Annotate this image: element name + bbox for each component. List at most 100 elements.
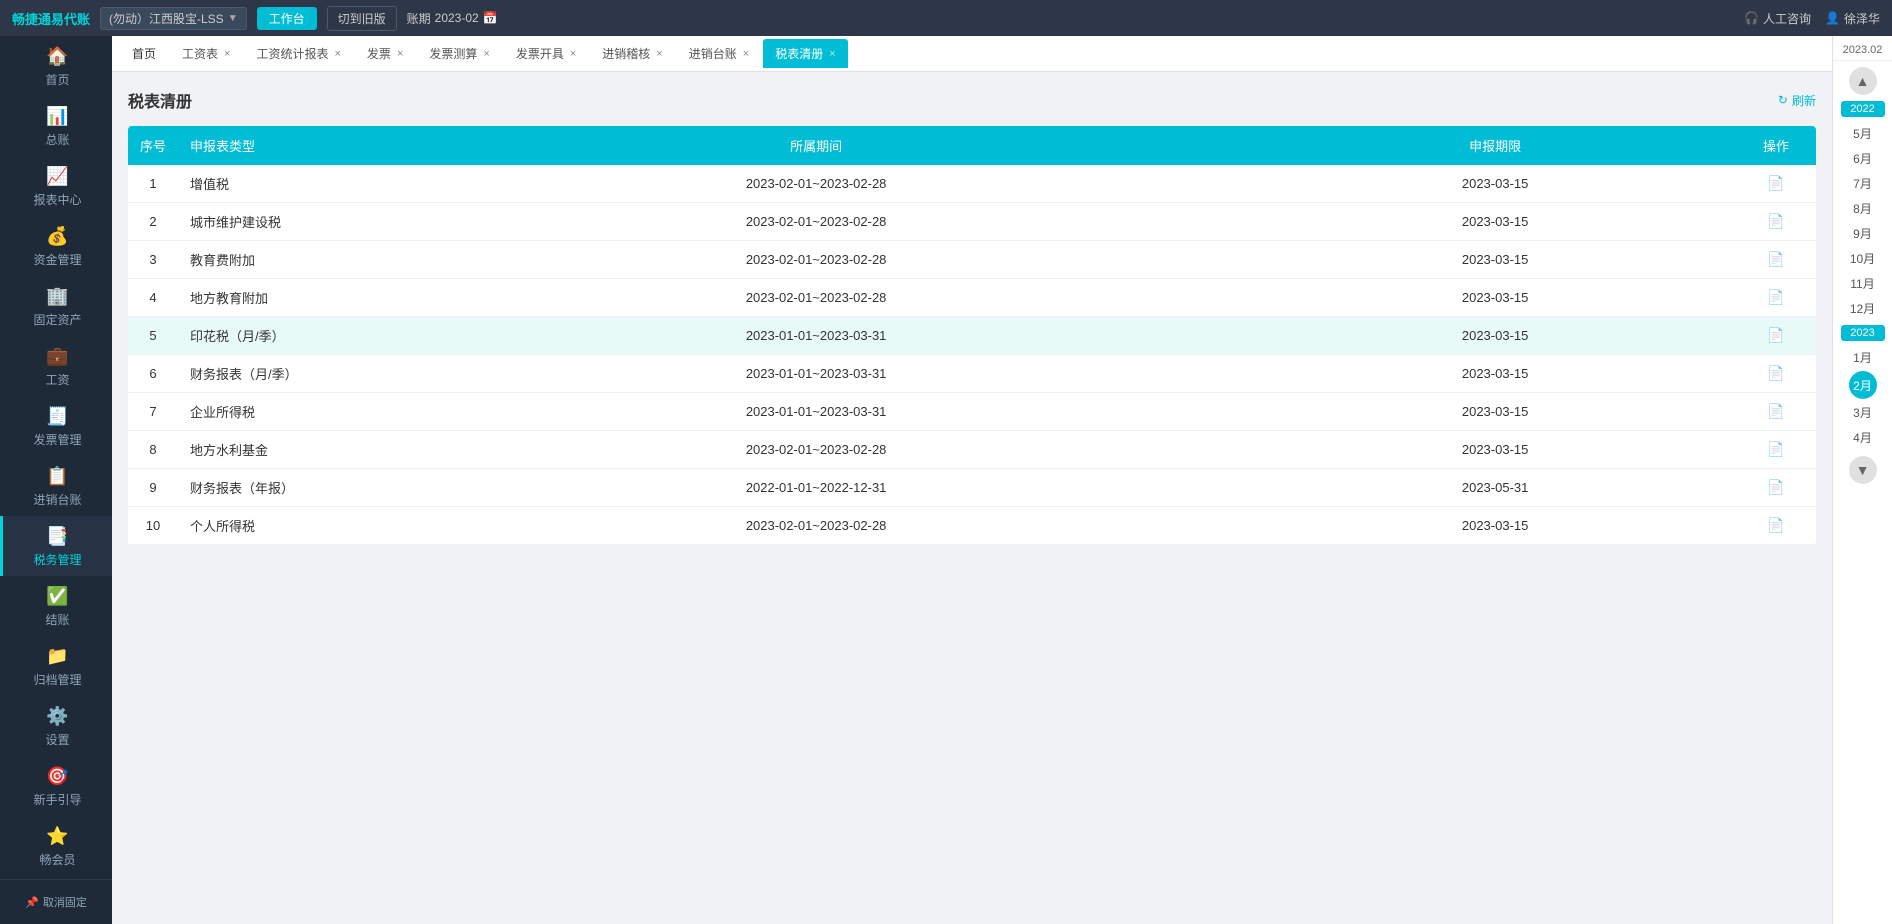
user-service[interactable]: 🎧 人工咨询: [1744, 10, 1811, 27]
col-action: 操作: [1736, 126, 1816, 165]
tab-close-payroll-stats[interactable]: ×: [334, 48, 340, 60]
action-icon-5[interactable]: 📄: [1767, 365, 1784, 381]
sidebar-item-closing[interactable]: ✅结账: [0, 576, 112, 636]
month-2022-11月[interactable]: 11月: [1841, 271, 1885, 296]
sidebar-label-invoices: 发票管理: [33, 431, 81, 448]
action-icon-3[interactable]: 📄: [1767, 289, 1784, 305]
cell-action-2[interactable]: 📄: [1736, 241, 1816, 279]
month-2022-5月[interactable]: 5月: [1841, 121, 1885, 146]
cell-action-0[interactable]: 📄: [1736, 165, 1816, 203]
company-selector[interactable]: (勿动）江西股宝-LSS ▼: [100, 7, 247, 30]
action-icon-8[interactable]: 📄: [1767, 479, 1784, 495]
sidebar-item-assets[interactable]: 🏢固定资产: [0, 276, 112, 336]
action-icon-6[interactable]: 📄: [1767, 403, 1784, 419]
sidebar-item-archive[interactable]: 📁归档管理: [0, 636, 112, 696]
sidebar-label-archive: 归档管理: [33, 671, 81, 688]
sidebar-item-purchase[interactable]: 📋进销台账: [0, 456, 112, 516]
month-2023-4月[interactable]: 4月: [1841, 425, 1885, 450]
cell-action-1[interactable]: 📄: [1736, 203, 1816, 241]
sidebar-item-ledger[interactable]: 📊总账: [0, 96, 112, 156]
year-label-2022[interactable]: 2022: [1841, 101, 1885, 117]
tab-bar: 首页工资表×工资统计报表×发票×发票测算×发票开具×进销稽核×进销台账×税表清册…: [112, 36, 1832, 72]
sidebar-item-member[interactable]: ⭐畅会员: [0, 816, 112, 876]
refresh-button[interactable]: ↻ 刷新: [1778, 92, 1816, 109]
tab-invoice-check[interactable]: 发票测算×: [417, 39, 501, 68]
sidebar-label-tax: 税务管理: [33, 551, 81, 568]
action-icon-7[interactable]: 📄: [1767, 441, 1784, 457]
switch-old-button[interactable]: 切到旧版: [327, 6, 397, 31]
tab-home[interactable]: 首页: [120, 39, 168, 68]
month-2023-1月[interactable]: 1月: [1841, 345, 1885, 370]
workbench-button[interactable]: 工作台: [257, 7, 317, 30]
action-icon-1[interactable]: 📄: [1767, 213, 1784, 229]
page-content: 税表清册 ↻ 刷新 序号 申报表类型 所属期间 申报期限 操作: [112, 72, 1832, 924]
month-2022-10月[interactable]: 10月: [1841, 246, 1885, 271]
user-profile[interactable]: 👤 徐泽华: [1825, 10, 1880, 27]
headset-icon: 🎧: [1744, 11, 1759, 25]
cell-deadline-4: 2023-03-15: [1254, 317, 1736, 355]
month-2022-8月[interactable]: 8月: [1841, 196, 1885, 221]
action-icon-4[interactable]: 📄: [1767, 327, 1784, 343]
period-value: 2023-02: [435, 11, 479, 25]
cell-action-5[interactable]: 📄: [1736, 355, 1816, 393]
sidebar-label-purchase: 进销台账: [33, 491, 81, 508]
sidebar-item-invoices[interactable]: 🧾发票管理: [0, 396, 112, 456]
unpin-button[interactable]: 📌 取消固定: [0, 888, 112, 916]
sidebar-item-settings[interactable]: ⚙️设置: [0, 696, 112, 756]
action-icon-0[interactable]: 📄: [1767, 175, 1784, 191]
scroll-up-button[interactable]: ▲: [1849, 67, 1877, 95]
month-2022-7月[interactable]: 7月: [1841, 171, 1885, 196]
calendar-icon[interactable]: 📅: [483, 11, 498, 25]
month-2022-6月[interactable]: 6月: [1841, 146, 1885, 171]
cell-deadline-1: 2023-03-15: [1254, 203, 1736, 241]
month-2023-3月[interactable]: 3月: [1841, 400, 1885, 425]
tab-invoice-open[interactable]: 发票开具×: [504, 39, 588, 68]
action-icon-2[interactable]: 📄: [1767, 251, 1784, 267]
cell-seq-8: 9: [128, 469, 178, 507]
tab-purchase-check[interactable]: 进销稽核×: [590, 39, 674, 68]
cell-action-9[interactable]: 📄: [1736, 507, 1816, 545]
tab-close-payroll[interactable]: ×: [224, 48, 230, 60]
content-area: 首页工资表×工资统计报表×发票×发票测算×发票开具×进销稽核×进销台账×税表清册…: [112, 36, 1832, 924]
sidebar-item-home[interactable]: 🏠首页: [0, 36, 112, 96]
cell-action-4[interactable]: 📄: [1736, 317, 1816, 355]
scroll-down-button[interactable]: ▼: [1849, 456, 1877, 484]
sidebar-label-reports: 报表中心: [33, 191, 81, 208]
sidebar-item-guide[interactable]: 🎯新手引导: [0, 756, 112, 816]
tab-payroll[interactable]: 工资表×: [170, 39, 242, 68]
cell-action-7[interactable]: 📄: [1736, 431, 1816, 469]
tab-invoice[interactable]: 发票 ×: [355, 39, 415, 68]
cell-action-8[interactable]: 📄: [1736, 469, 1816, 507]
tab-purchase-ledger[interactable]: 进销台账×: [677, 39, 761, 68]
cell-period-9: 2023-02-01~2023-02-28: [378, 507, 1254, 545]
tab-label-invoice: 发票: [367, 45, 391, 62]
settings-icon: ⚙️: [46, 706, 68, 727]
sidebar-bottom: 📌 取消固定: [0, 879, 112, 924]
cell-period-8: 2022-01-01~2022-12-31: [378, 469, 1254, 507]
tab-tax-register[interactable]: 税表清册×: [763, 39, 847, 68]
month-2023-2月[interactable]: 2月: [1849, 371, 1877, 399]
sidebar-item-funds[interactable]: 💰资金管理: [0, 216, 112, 276]
tab-close-purchase-check[interactable]: ×: [656, 48, 662, 60]
sidebar-item-payroll[interactable]: 💼工资: [0, 336, 112, 396]
tab-close-invoice[interactable]: ×: [397, 48, 403, 60]
tab-close-tax-register[interactable]: ×: [829, 48, 835, 60]
cell-seq-7: 8: [128, 431, 178, 469]
tab-payroll-stats[interactable]: 工资统计报表×: [244, 39, 352, 68]
cell-period-2: 2023-02-01~2023-02-28: [378, 241, 1254, 279]
tab-close-purchase-ledger[interactable]: ×: [743, 48, 749, 60]
cell-type-5: 财务报表（月/季）: [178, 355, 378, 393]
table-row: 6 财务报表（月/季） 2023-01-01~2023-03-31 2023-0…: [128, 355, 1816, 393]
month-2022-12月[interactable]: 12月: [1841, 296, 1885, 321]
action-icon-9[interactable]: 📄: [1767, 517, 1784, 533]
col-seq: 序号: [128, 126, 178, 165]
sidebar-item-tax[interactable]: 📑税务管理: [0, 516, 112, 576]
year-label-2023[interactable]: 2023: [1841, 325, 1885, 341]
sidebar-item-reports[interactable]: 📈报表中心: [0, 156, 112, 216]
cell-action-6[interactable]: 📄: [1736, 393, 1816, 431]
month-2022-9月[interactable]: 9月: [1841, 221, 1885, 246]
cell-type-8: 财务报表（年报）: [178, 469, 378, 507]
tab-close-invoice-open[interactable]: ×: [570, 48, 576, 60]
cell-action-3[interactable]: 📄: [1736, 279, 1816, 317]
tab-close-invoice-check[interactable]: ×: [483, 48, 489, 60]
